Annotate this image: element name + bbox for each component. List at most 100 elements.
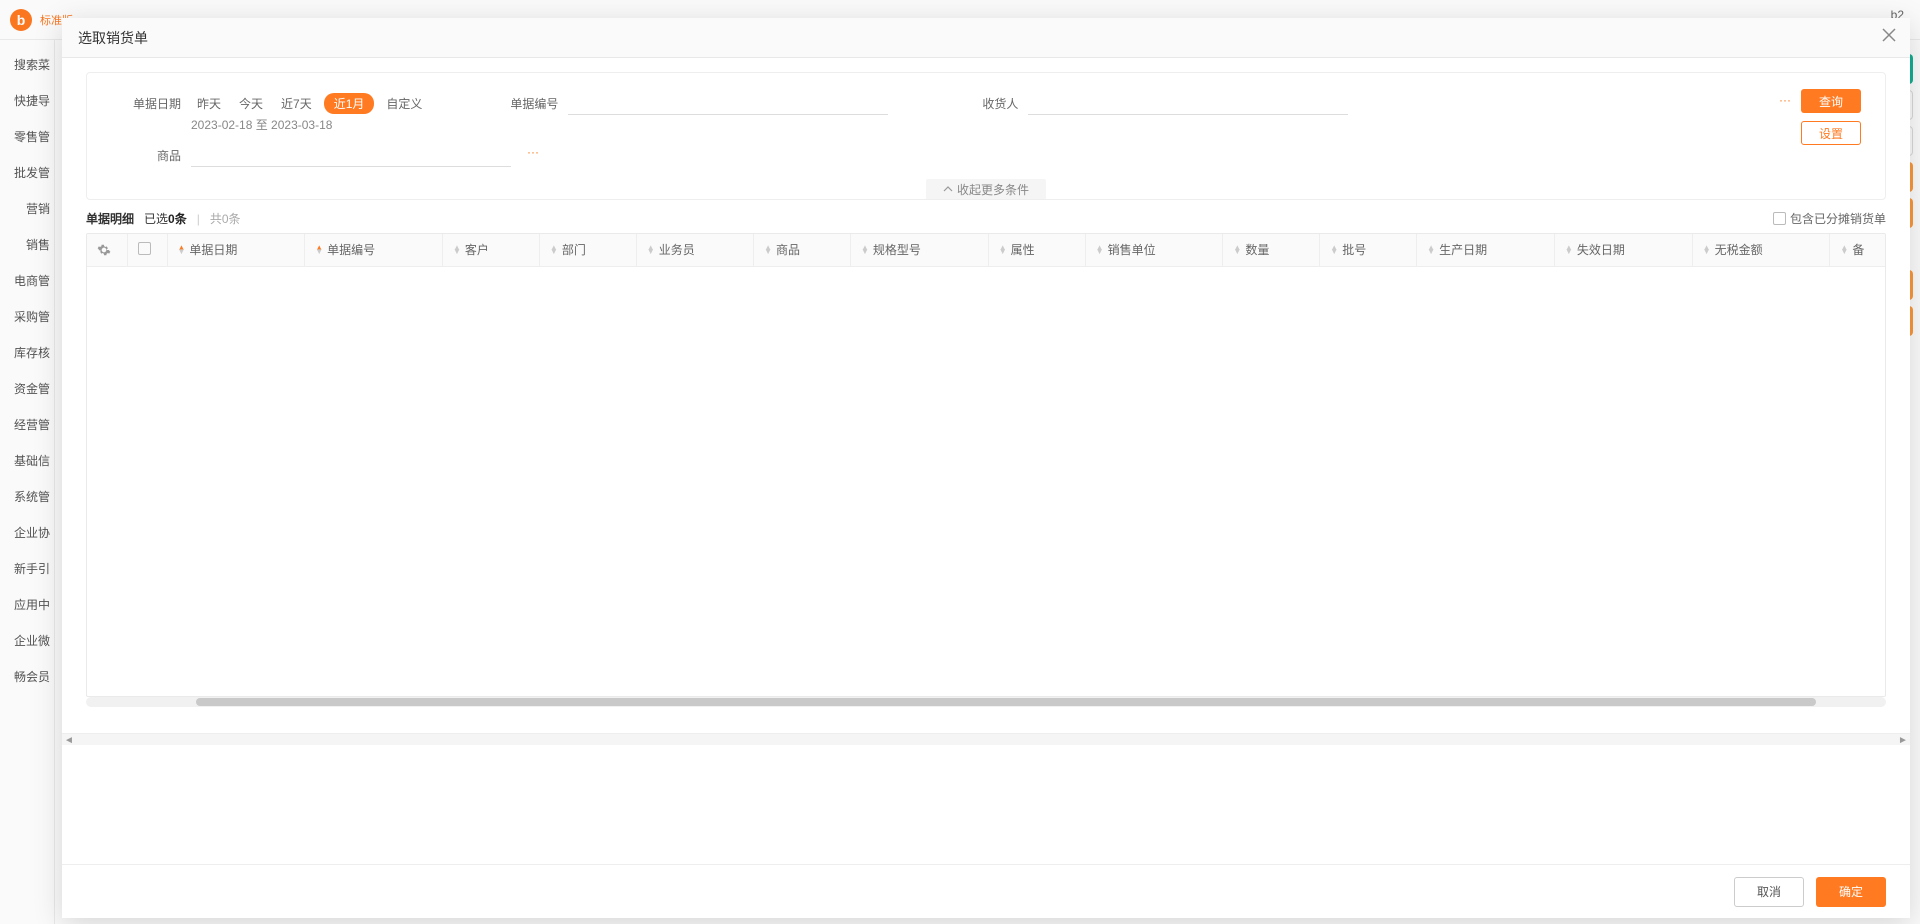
filter-panel: 单据日期 昨天今天近7天近1月自定义 2023-02-18 至 2023-03-… [86, 72, 1886, 200]
data-table-wrap: ▲▼单据日期▲▼单据编号▲▼客户▲▼部门▲▼业务员▲▼商品▲▼规格型号▲▼属性▲… [86, 233, 1886, 697]
detail-tab[interactable]: 单据明细 [86, 210, 134, 227]
date-quick-option[interactable]: 自定义 [380, 93, 428, 114]
date-range-text: 2023-02-18 至 2023-03-18 [191, 116, 428, 133]
filter-bill-no: 单据编号 [488, 93, 888, 115]
column-label: 属性 [1011, 241, 1035, 258]
confirm-button[interactable]: 确定 [1816, 877, 1886, 907]
table-scrollbar[interactable] [86, 697, 1886, 707]
sort-icon[interactable]: ▲▼ [999, 246, 1007, 254]
bill-no-input[interactable] [568, 93, 888, 115]
sort-icon[interactable]: ▲▼ [647, 246, 655, 254]
column-header-chk[interactable] [127, 234, 167, 266]
include-allocated-checkbox[interactable]: 包含已分摊销货单 [1773, 210, 1886, 227]
filter-actions: ··· 查询 设置 [1801, 89, 1861, 145]
select-sales-order-modal: 选取销货单 单据日期 昨天今天近7天近1月自定义 2023-02-18 至 20… [62, 18, 1910, 918]
date-quick-option[interactable]: 近1月 [324, 93, 375, 114]
selected-count: 已选0条 [144, 210, 187, 227]
sort-icon[interactable]: ▲▼ [764, 246, 772, 254]
column-label: 备 [1852, 241, 1864, 258]
column-label: 单据编号 [327, 241, 375, 258]
select-all-checkbox[interactable] [138, 242, 151, 255]
sort-icon[interactable]: ▲▼ [1703, 246, 1711, 254]
column-label: 商品 [776, 241, 800, 258]
modal-footer: 取消 确定 [62, 864, 1910, 918]
filter-bill-date: 单据日期 昨天今天近7天近1月自定义 2023-02-18 至 2023-03-… [111, 93, 428, 133]
scroll-right-icon[interactable]: ► [1896, 734, 1910, 746]
sort-icon[interactable]: ▲▼ [1565, 246, 1573, 254]
filter-label: 单据编号 [488, 93, 558, 115]
filter-product: 商品 ··· [111, 145, 539, 167]
gear-icon[interactable] [97, 243, 117, 257]
column-label: 单据日期 [189, 241, 237, 258]
total-count: 共0条 [210, 210, 241, 227]
filter-label: 商品 [111, 145, 181, 167]
sort-icon[interactable]: ▲▼ [178, 246, 186, 254]
column-header-gear[interactable] [87, 234, 127, 266]
scrollbar-thumb[interactable] [196, 698, 1816, 706]
data-table: ▲▼单据日期▲▼单据编号▲▼客户▲▼部门▲▼业务员▲▼商品▲▼规格型号▲▼属性▲… [87, 234, 1886, 696]
filter-label: 单据日期 [111, 93, 181, 115]
column-label: 业务员 [659, 241, 695, 258]
filter-receiver: 收货人 [948, 93, 1348, 115]
filter-label: 收货人 [948, 93, 1018, 115]
column-label: 规格型号 [873, 241, 921, 258]
sort-icon[interactable]: ▲▼ [315, 246, 323, 254]
modal-title: 选取销货单 [78, 28, 148, 48]
sort-icon[interactable]: ▲▼ [453, 246, 461, 254]
column-header-product[interactable]: ▲▼ 商品 [754, 234, 851, 266]
column-header-customer[interactable]: ▲▼ 客户 [443, 234, 540, 266]
column-header-prod_date[interactable]: ▲▼ 生产日期 [1417, 234, 1555, 266]
settings-button[interactable]: 设置 [1801, 121, 1861, 145]
table-header-row: ▲▼单据日期▲▼单据编号▲▼客户▲▼部门▲▼业务员▲▼商品▲▼规格型号▲▼属性▲… [87, 234, 1886, 266]
more-filters-icon[interactable]: ··· [1779, 93, 1791, 107]
modal-header: 选取销货单 [62, 18, 1910, 58]
query-button[interactable]: 查询 [1801, 89, 1861, 113]
receiver-input[interactable] [1028, 93, 1348, 115]
column-header-qty[interactable]: ▲▼ 数量 [1223, 234, 1320, 266]
column-header-batch[interactable]: ▲▼ 批号 [1320, 234, 1417, 266]
column-header-dept[interactable]: ▲▼ 部门 [539, 234, 636, 266]
column-label: 客户 [465, 241, 489, 258]
column-header-remark[interactable]: ▲▼ 备 [1830, 234, 1886, 266]
column-label: 无税金额 [1715, 241, 1763, 258]
date-quick-options: 昨天今天近7天近1月自定义 [191, 93, 428, 114]
include-allocated-label: 包含已分摊销货单 [1790, 210, 1886, 227]
column-label: 部门 [562, 241, 586, 258]
sort-icon[interactable]: ▲▼ [1427, 246, 1435, 254]
column-header-bill_date[interactable]: ▲▼单据日期 [167, 234, 305, 266]
date-quick-option[interactable]: 今天 [233, 93, 269, 114]
collapse-label: 收起更多条件 [957, 181, 1029, 198]
sort-icon[interactable]: ▲▼ [550, 246, 558, 254]
column-label: 生产日期 [1439, 241, 1487, 258]
product-more-icon[interactable]: ··· [527, 145, 539, 159]
sort-icon[interactable]: ▲▼ [1233, 246, 1241, 254]
collapse-filters-button[interactable]: 收起更多条件 [926, 179, 1046, 199]
empty-table-body [87, 266, 1886, 696]
checkbox-icon [1773, 212, 1786, 225]
cancel-button[interactable]: 取消 [1734, 877, 1804, 907]
list-summary-bar: 单据明细 已选0条 | 共0条 包含已分摊销货单 [86, 210, 1886, 227]
chevron-up-icon [943, 185, 953, 193]
date-quick-option[interactable]: 昨天 [191, 93, 227, 114]
column-header-unit[interactable]: ▲▼ 销售单位 [1085, 234, 1223, 266]
product-input[interactable] [191, 145, 511, 167]
close-icon[interactable] [1882, 28, 1896, 42]
column-header-exp_date[interactable]: ▲▼失效日期 [1554, 234, 1692, 266]
sort-icon[interactable]: ▲▼ [1840, 246, 1848, 254]
modal-h-scrollbar[interactable]: ◄ ► [62, 733, 1910, 745]
column-header-bill_no[interactable]: ▲▼ 单据编号 [305, 234, 443, 266]
column-header-attr[interactable]: ▲▼ 属性 [988, 234, 1085, 266]
column-header-notax[interactable]: ▲▼ 无税金额 [1692, 234, 1830, 266]
modal-body: 单据日期 昨天今天近7天近1月自定义 2023-02-18 至 2023-03-… [62, 58, 1910, 864]
sort-icon[interactable]: ▲▼ [1330, 246, 1338, 254]
scroll-left-icon[interactable]: ◄ [62, 734, 76, 746]
sort-icon[interactable]: ▲▼ [861, 246, 869, 254]
column-header-salesperson[interactable]: ▲▼ 业务员 [636, 234, 753, 266]
column-label: 数量 [1245, 241, 1269, 258]
date-quick-option[interactable]: 近7天 [275, 93, 318, 114]
column-header-spec[interactable]: ▲▼ 规格型号 [851, 234, 989, 266]
column-label: 销售单位 [1108, 241, 1156, 258]
column-label: 批号 [1342, 241, 1366, 258]
modal-overlay: 选取销货单 单据日期 昨天今天近7天近1月自定义 2023-02-18 至 20… [0, 0, 1920, 924]
sort-icon[interactable]: ▲▼ [1096, 246, 1104, 254]
